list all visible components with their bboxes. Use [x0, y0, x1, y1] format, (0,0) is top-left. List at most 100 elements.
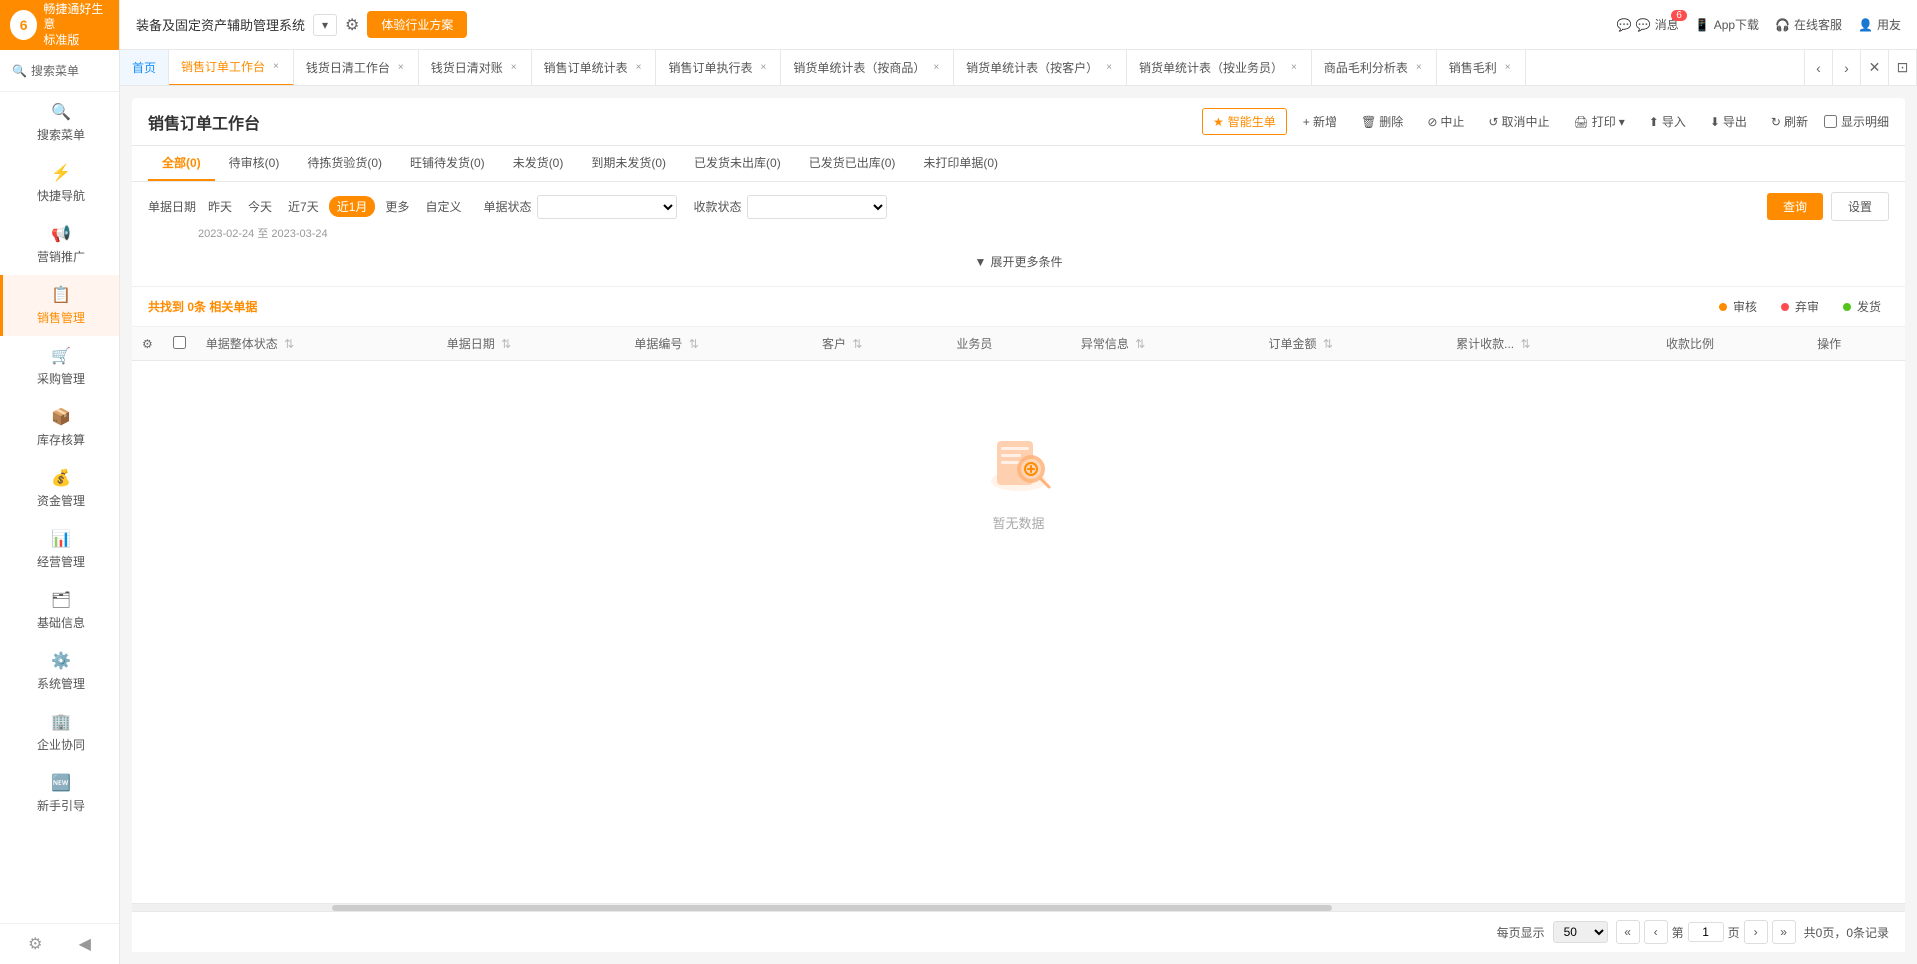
sidebar-item-marketing[interactable]: 📢营销推广	[0, 214, 119, 275]
tab-close-button[interactable]: ×	[1503, 60, 1513, 75]
payment-select[interactable]	[747, 195, 887, 219]
tab-close-button[interactable]: ×	[1414, 60, 1424, 75]
sub-tab-pending-review[interactable]: 待审核(0)	[215, 146, 294, 181]
date-option-近1月[interactable]: 近1月	[329, 196, 376, 217]
import-button[interactable]: ⬆ 导入	[1641, 109, 1694, 134]
export-button[interactable]: ⬇ 导出	[1702, 109, 1755, 134]
page-input[interactable]	[1688, 922, 1724, 942]
main-area: 装备及固定资产辅助管理系统 ▾ ⚙ 体验行业方案 💬 6 💬 消息 📱 App下…	[120, 0, 1917, 964]
tab-next-button[interactable]: ›	[1833, 50, 1861, 86]
user-menu[interactable]: 👤 用友	[1858, 16, 1901, 33]
topbar-gear-button[interactable]: ⚙	[345, 15, 359, 35]
date-option-更多[interactable]: 更多	[379, 196, 415, 217]
show-detail-checkbox[interactable]: 显示明细	[1824, 113, 1889, 130]
sidebar-settings-button[interactable]: ⚙	[28, 934, 42, 954]
sub-tab-all[interactable]: 全部(0)	[148, 146, 215, 181]
tab-close-button[interactable]: ×	[271, 59, 281, 74]
tab-sales-stat[interactable]: 销售订单统计表×	[532, 50, 657, 86]
sidebar-item-operations[interactable]: 📊经营管理	[0, 519, 119, 580]
date-option-自定义[interactable]: 自定义	[419, 196, 467, 217]
topbar-left: 装备及固定资产辅助管理系统 ▾ ⚙ 体验行业方案	[136, 11, 467, 38]
page-first-button[interactable]: «	[1616, 920, 1640, 944]
cancel-stop-button[interactable]: ↺ 取消中止	[1480, 109, 1557, 134]
sidebar-item-guide[interactable]: 🆕新手引导	[0, 763, 119, 824]
revoke-action-button[interactable]: 弃审	[1773, 295, 1827, 318]
sub-tab-overdue[interactable]: 到期未发货(0)	[577, 146, 680, 181]
sidebar-item-basic[interactable]: 🗂基础信息	[0, 580, 119, 641]
tab-cash-balance[interactable]: 钱货日清对账×	[419, 50, 532, 86]
page-suffix: 页	[1728, 924, 1740, 941]
page-next-button[interactable]: ›	[1744, 920, 1768, 944]
sidebar-collapse-button[interactable]: ◀	[79, 934, 91, 954]
table-area: 共找到 0条 相关单据 审核 弃审 发货	[132, 287, 1905, 903]
sidebar-item-enterprise[interactable]: 🏢企业协同	[0, 702, 119, 763]
delete-button[interactable]: 🗑 删除	[1353, 109, 1411, 134]
date-option-今天[interactable]: 今天	[242, 196, 278, 217]
sidebar-item-system[interactable]: ⚙️系统管理	[0, 641, 119, 702]
tab-close-all-button[interactable]: ✕	[1861, 50, 1889, 86]
search-menu-button[interactable]: 🔍 搜索菜单	[8, 58, 111, 83]
date-filter-label: 单据日期	[148, 198, 196, 215]
sub-tab-shipped-out[interactable]: 已发货已出库(0)	[795, 146, 910, 181]
stop-button[interactable]: ⊘ 中止	[1419, 109, 1472, 134]
sidebar-search[interactable]: 🔍 搜索菜单	[0, 50, 119, 92]
tab-close-button[interactable]: ×	[758, 60, 768, 75]
message-button[interactable]: 💬 6 💬 消息	[1617, 16, 1679, 33]
smart-gen-button[interactable]: ★ 智能生单	[1202, 108, 1287, 135]
sidebar-item-search[interactable]: 🔍搜索菜单	[0, 92, 119, 153]
tab-close-button[interactable]: ×	[634, 60, 644, 75]
tab-home[interactable]: 首页	[120, 50, 169, 86]
sub-tab-not-shipped[interactable]: 未发货(0)	[499, 146, 578, 181]
per-page-select[interactable]: 50 10 20 100	[1553, 921, 1608, 943]
select-all-checkbox[interactable]	[173, 336, 186, 349]
solution-button[interactable]: 体验行业方案	[367, 11, 467, 38]
chevron-down-icon: ▼	[975, 255, 987, 269]
tab-close-button[interactable]: ×	[931, 60, 941, 75]
sub-tab-wangpu-pending[interactable]: 旺铺待发货(0)	[396, 146, 499, 181]
sub-tab-pending-check[interactable]: 待拣货验货(0)	[293, 146, 396, 181]
online-service-button[interactable]: 🎧 在线客服	[1775, 16, 1842, 33]
print-button[interactable]: 🖨 打印 ▾	[1565, 109, 1632, 134]
tab-close-button[interactable]: ×	[509, 60, 519, 75]
tab-gross-profit[interactable]: 商品毛利分析表×	[1312, 50, 1437, 86]
tab-sales-order[interactable]: 销售订单工作台×	[169, 50, 294, 86]
tab-sales-exec[interactable]: 销售订单执行表×	[656, 50, 781, 86]
tab-close-button[interactable]: ×	[1104, 60, 1114, 75]
app-download-button[interactable]: 📱 App下载	[1695, 16, 1759, 33]
set-button[interactable]: 设置	[1831, 192, 1889, 221]
query-button[interactable]: 查询	[1767, 193, 1823, 220]
ship-action-button[interactable]: 发货	[1835, 295, 1889, 318]
tab-maximize-button[interactable]: ⊡	[1889, 50, 1917, 86]
tab-cash-daily[interactable]: 钱货日清工作台 ×	[294, 50, 419, 86]
tab-sales-profit[interactable]: 销售毛利×	[1437, 50, 1526, 86]
page-prev-button[interactable]: ‹	[1644, 920, 1668, 944]
date-options: 昨天今天近7天近1月更多自定义	[202, 196, 467, 217]
sidebar-item-finance[interactable]: 💰资金管理	[0, 458, 119, 519]
review-action-button[interactable]: 审核	[1711, 295, 1765, 318]
tab-close-button[interactable]: ×	[1289, 60, 1299, 75]
horizontal-scrollbar[interactable]	[132, 903, 1905, 911]
tab-sales-stat-staff[interactable]: 销货单统计表（按业务员）×	[1127, 50, 1312, 86]
refresh-button[interactable]: ↻ 刷新	[1763, 109, 1816, 134]
tab-sales-stat-product[interactable]: 销货单统计表（按商品）×	[781, 50, 954, 86]
status-select[interactable]	[537, 195, 677, 219]
filter-row: 单据日期 昨天今天近7天近1月更多自定义 单据状态 收款状态	[148, 192, 1889, 221]
page-last-button[interactable]: »	[1772, 920, 1796, 944]
sub-tab-shipped-no-stock[interactable]: 已发货未出库(0)	[680, 146, 795, 181]
date-option-近7天[interactable]: 近7天	[282, 196, 325, 217]
sidebar-item-sales[interactable]: 📋销售管理	[0, 275, 119, 336]
sidebar-item-purchase[interactable]: 🛒采购管理	[0, 336, 119, 397]
sidebar-item-inventory[interactable]: 📦库存核算	[0, 397, 119, 458]
tab-close-button[interactable]: ×	[396, 60, 406, 75]
new-button[interactable]: + 新增	[1295, 109, 1345, 134]
tab-label: 钱货日清工作台	[306, 59, 390, 76]
sub-tab-no-print[interactable]: 未打印单据(0)	[909, 146, 1012, 181]
sidebar-item-quick[interactable]: ⚡快捷导航	[0, 153, 119, 214]
system-dropdown-button[interactable]: ▾	[313, 14, 337, 36]
expand-filter-button[interactable]: ▼ 展开更多条件	[148, 247, 1889, 276]
tab-sales-stat-customer[interactable]: 销货单统计表（按客户）×	[954, 50, 1127, 86]
date-option-昨天[interactable]: 昨天	[202, 196, 238, 217]
cancel-stop-icon: ↺	[1488, 115, 1498, 129]
scrollbar-thumb[interactable]	[332, 905, 1332, 911]
tab-prev-button[interactable]: ‹	[1805, 50, 1833, 86]
